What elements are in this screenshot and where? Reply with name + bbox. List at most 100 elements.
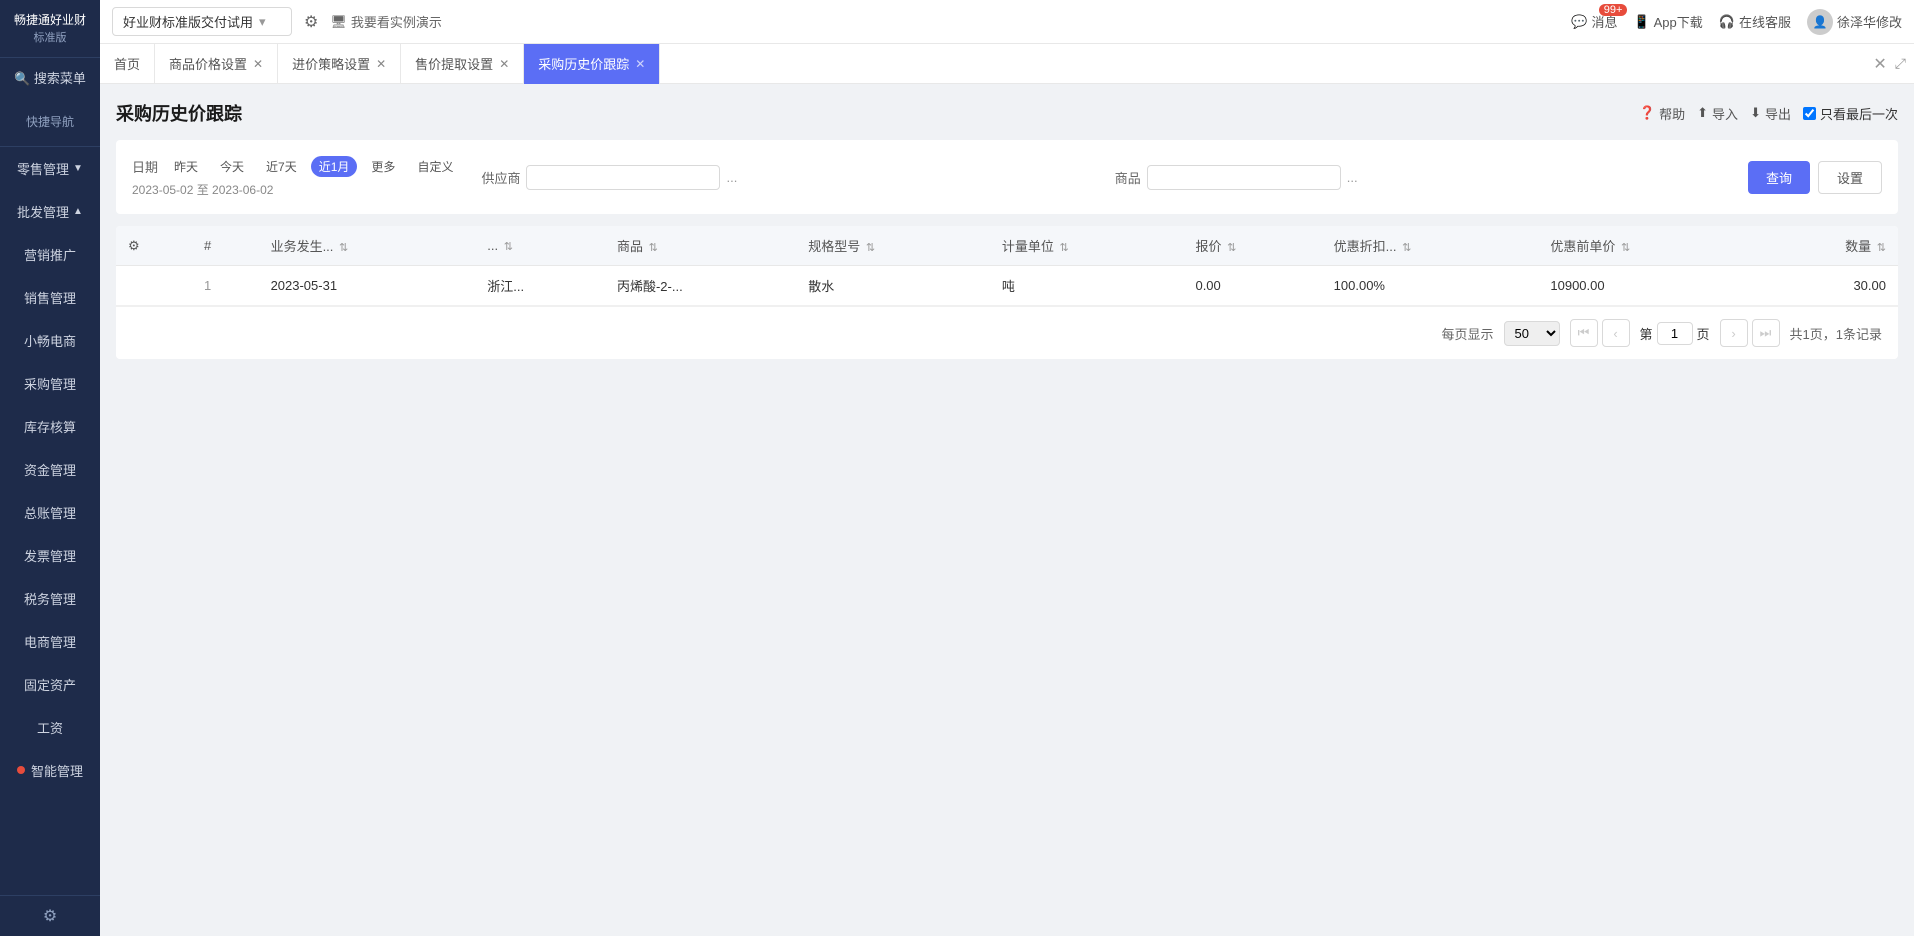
topbar-version-selector[interactable]: 好业财标准版交付试用 ▾ [112,7,292,36]
col-price[interactable]: 报价 ⇅ [1183,226,1321,266]
tab-purchase-history-close-icon[interactable]: ✕ [635,57,645,71]
supplier-more-btn[interactable]: ... [726,170,737,185]
sidebar-item-finance[interactable]: 资金管理 [0,448,100,491]
col-product[interactable]: 商品 ⇅ [605,226,796,266]
date-btn-1month[interactable]: 近1月 [311,156,358,177]
sort-more-icon[interactable]: ⇅ [504,241,513,253]
filter-area: 日期 昨天 今天 近7天 近1月 更多 自定义 2023-05-02 至 202… [116,140,1898,214]
topbar-online-service-btn[interactable]: 🎧 在线客服 [1719,12,1791,31]
col-unit[interactable]: 计量单位 ⇅ [990,226,1184,266]
topbar-user-btn[interactable]: 👤 徐泽华修改 [1807,9,1902,35]
sidebar-item-ecommerce-small[interactable]: 小畅电商 [0,319,100,362]
product-filter-label: 商品 [1115,168,1141,187]
headset-icon: 🎧 [1719,14,1735,30]
page-title: 采购历史价跟踪 [116,100,242,126]
tab-price[interactable]: 商品价格设置 ✕ [155,44,278,84]
topbar-demo-btn[interactable]: 🖥 我要看实例演示 [330,12,442,31]
sidebar-item-tax[interactable]: 税务管理 [0,577,100,620]
sidebar-item-wholesale-label: 批发管理 [17,202,69,221]
content-area: 采购历史价跟踪 ❓ 帮助 ⬆ 导入 ⬇ 导出 只看最后一次 [100,84,1914,936]
product-more-btn[interactable]: ... [1347,170,1358,185]
settings-icon[interactable]: ⚙ [43,908,57,925]
col-quantity[interactable]: 数量 ⇅ [1760,226,1898,266]
sidebar-search-label: 搜索菜单 [34,71,86,86]
export-btn[interactable]: ⬇ 导出 [1750,104,1791,123]
date-btn-7days[interactable]: 近7天 [258,156,305,177]
date-btn-today[interactable]: 今天 [212,156,252,177]
sidebar-item-fixed-assets[interactable]: 固定资产 [0,663,100,706]
topbar-app-download-btn[interactable]: 📱 App下载 [1633,12,1702,31]
product-filter-group: 商品 ... [1115,165,1728,190]
tab-sale-price-label: 售价提取设置 [415,54,493,73]
sort-product-icon[interactable]: ⇅ [649,242,658,254]
supplier-filter-group: 供应商 ... [481,165,1094,190]
cell-discount: 100.00% [1322,266,1539,306]
pagination-prev-btn[interactable]: ‹ [1602,319,1630,347]
date-btn-custom[interactable]: 自定义 [409,156,461,177]
sidebar-item-ledger[interactable]: 总账管理 [0,491,100,534]
sort-date-icon[interactable]: ⇅ [339,242,348,254]
import-btn[interactable]: ⬆ 导入 [1697,104,1738,123]
col-spec[interactable]: 规格型号 ⇅ [796,226,990,266]
date-range-display: 2023-05-02 至 2023-06-02 [132,181,461,198]
col-more[interactable]: ... ⇅ [475,226,605,266]
help-btn[interactable]: ❓ 帮助 [1639,104,1685,123]
pagination-first-btn[interactable]: ⏮ [1570,319,1598,347]
cell-supplier: 浙江... [475,266,605,306]
sort-pre-discount-icon[interactable]: ⇅ [1621,242,1630,254]
sidebar-item-marketing[interactable]: 营销推广 [0,233,100,276]
tab-purchase-strategy-close-icon[interactable]: ✕ [376,57,386,71]
pagination-last-btn[interactable]: ⏭ [1752,319,1780,347]
tab-price-close-icon[interactable]: ✕ [253,57,263,71]
topbar-gear-icon[interactable]: ⚙ [304,12,318,32]
tab-expand-icon[interactable]: ⤢ [1895,55,1906,72]
topbar-message-btn[interactable]: 💬 消息 99+ [1571,12,1617,31]
only-last-checkbox[interactable] [1803,107,1816,120]
date-btn-yesterday[interactable]: 昨天 [166,156,206,177]
col-gear[interactable]: ⚙ [116,226,192,266]
sort-unit-icon[interactable]: ⇅ [1059,242,1068,254]
sort-discount-icon[interactable]: ⇅ [1402,242,1411,254]
per-page-label: 每页显示 [1441,324,1493,343]
product-input[interactable] [1147,165,1341,190]
sidebar-item-wholesale[interactable]: 批发管理 ▲ [0,190,100,233]
sidebar-item-smart[interactable]: 智能管理 [0,749,100,792]
per-page-select[interactable]: 10 20 50 100 [1504,321,1560,346]
sidebar-search[interactable]: 🔍 搜索菜单 [0,58,100,97]
sidebar-item-ecommerce[interactable]: 电商管理 [0,620,100,663]
only-last-check[interactable]: 只看最后一次 [1803,104,1898,123]
sort-price-icon[interactable]: ⇅ [1227,242,1236,254]
pagination-next-btn[interactable]: › [1720,319,1748,347]
pagination-current: 第 页 [1640,322,1710,345]
sort-quantity-icon[interactable]: ⇅ [1877,242,1886,254]
sidebar-item-sales[interactable]: 销售管理 [0,276,100,319]
supplier-input[interactable] [526,165,720,190]
filter-settings-button[interactable]: 设置 [1818,161,1882,194]
tab-sale-price[interactable]: 售价提取设置 ✕ [401,44,524,84]
sidebar-item-fixed-assets-label: 固定资产 [24,678,76,693]
cell-gear [116,266,192,306]
quick-nav-item[interactable]: 快捷导航 [0,105,100,138]
tab-purchase-strategy[interactable]: 进价策略设置 ✕ [278,44,401,84]
tab-sale-price-close-icon[interactable]: ✕ [499,57,509,71]
col-date[interactable]: 业务发生... ⇅ [259,226,476,266]
query-button[interactable]: 查询 [1748,161,1810,194]
sidebar-item-inventory[interactable]: 库存核算 [0,405,100,448]
tab-home[interactable]: 首页 [100,44,155,84]
tab-purchase-history[interactable]: 采购历史价跟踪 ✕ [524,44,660,84]
sidebar-item-ecommerce-small-label: 小畅电商 [24,334,76,349]
tab-close-all-icon[interactable]: ✕ [1873,54,1886,74]
sidebar-item-salary[interactable]: 工资 [0,706,100,749]
col-pre-discount-price[interactable]: 优惠前单价 ⇅ [1538,226,1759,266]
sidebar-item-invoice[interactable]: 发票管理 [0,534,100,577]
col-discount[interactable]: 优惠折扣... ⇅ [1322,226,1539,266]
sidebar-item-retail[interactable]: 零售管理 ▼ [0,147,100,190]
message-badge: 99+ [1599,4,1628,16]
sort-spec-icon[interactable]: ⇅ [866,242,875,254]
page-input[interactable] [1657,322,1693,345]
date-btn-more[interactable]: 更多 [363,156,403,177]
date-filter-label: 日期 [132,157,158,176]
sidebar-item-purchase[interactable]: 采购管理 [0,362,100,405]
sidebar-quick-nav[interactable]: 快捷导航 [0,97,100,147]
search-icon: 🔍 [14,71,30,86]
